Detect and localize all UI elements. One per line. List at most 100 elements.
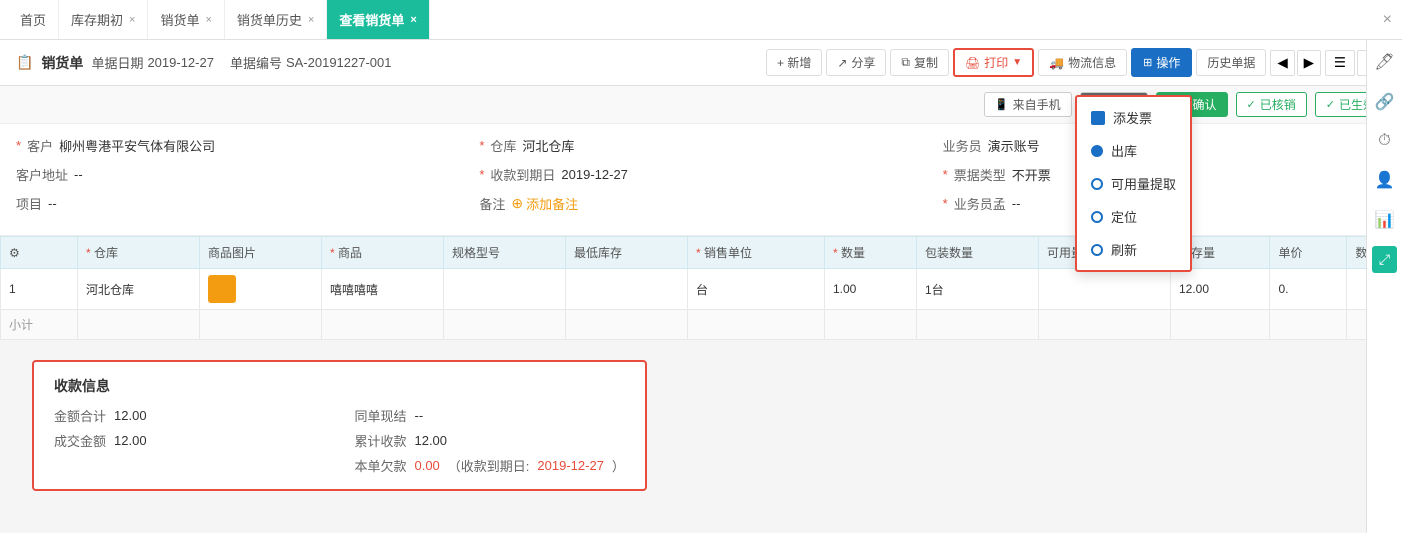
warehouse-field: * 仓库 河北仓库 [479,136,922,155]
payment-transaction-row: 成交金额 12.00 [54,431,324,450]
td-unit: 台 [687,269,824,310]
plus-icon: ⊕ [511,195,523,212]
tab-sales-close[interactable]: × [205,14,211,26]
doc-title-area: 📋 销货单 单据日期 2019-12-27 单据编号 SA-20191227-0… [16,53,750,73]
td-available [1038,269,1170,310]
th-min-stock: 最低库存 [565,237,687,269]
share-button[interactable]: ↗ 分享 [826,49,886,76]
td-warehouse: 河北仓库 [77,269,199,310]
right-sidebar: 🖊 🔗 ⏱ 👤 📊 ⤢ [1366,40,1402,533]
dropdown-outbound[interactable]: 出库 [1077,134,1190,167]
td-subtotal-label: 小计 [1,310,78,340]
table-row: 1 河北仓库 嘻嘻嘻嘻 台 1.00 1台 12.00 0. [1,269,1402,310]
payment-grid: 金额合计 12.00 同单现结 -- 成交金额 12.00 累计收款 12.00 [54,406,625,475]
td-subtotal-4 [321,310,443,340]
note-field: 备注 ⊕ 添加备注 [479,194,922,213]
dropdown-add-invoice[interactable]: 添发票 [1077,101,1190,134]
td-quantity: 1.00 [824,269,916,310]
add-invoice-icon [1091,111,1105,125]
project-field: 项目 -- [16,194,459,213]
window-close[interactable]: × [1383,11,1392,29]
td-subtotal-7 [687,310,824,340]
td-package-qty: 1台 [916,269,1038,310]
nav-arrows: ◀ ▶ [1270,50,1321,76]
payment-section: 收款信息 金额合计 12.00 同单现结 -- 成交金额 12.00 累计收款 … [32,360,647,491]
sidebar-chart-icon[interactable]: 📊 [1371,206,1399,234]
th-package-qty: 包装数量 [916,237,1038,269]
td-price: 0. [1270,269,1347,310]
payment-same-order-row: 同单现结 -- [354,406,624,425]
td-subtotal-5 [443,310,565,340]
doc-header: 📋 销货单 单据日期 2019-12-27 单据编号 SA-20191227-0… [0,40,1402,86]
header-actions: + 新增 ↗ 分享 ⧉ 复制 🖨 打印 ▼ 🚚 物流信息 ⊞ 操作 [766,48,1386,77]
payment-date-field: * 收款到期日 2019-12-27 [479,165,922,184]
th-product: * 商品 [321,237,443,269]
operate-button[interactable]: ⊞ 操作 [1131,48,1192,77]
sidebar-expand-icon[interactable]: ⤢ [1372,246,1397,273]
doc-icon: 📋 [16,54,33,71]
copy-button[interactable]: ⧉ 复制 [890,49,949,76]
tab-sales-history[interactable]: 销货单历史 × [225,0,327,39]
tab-home[interactable]: 首页 [8,0,59,39]
th-warehouse: * 仓库 [77,237,199,269]
address-field: 客户地址 -- [16,165,459,184]
payment-total-row: 金额合计 12.00 [54,406,324,425]
td-min-stock [565,269,687,310]
td-subtotal-10 [1038,310,1170,340]
th-unit: * 销售单位 [687,237,824,269]
outbound-icon [1091,145,1103,157]
payment-balance-spacer [54,456,324,475]
payment-cumulative-row: 累计收款 12.00 [354,431,624,450]
th-price: 单价 [1270,237,1347,269]
customer-required: * [16,138,21,153]
nav-prev[interactable]: ◀ [1270,50,1294,76]
refresh-icon [1091,244,1103,256]
th-gear[interactable]: ⚙ [1,237,78,269]
cancelled-button[interactable]: ✓ 已核销 [1236,92,1307,117]
print-button[interactable]: 🖨 打印 ▼ [953,48,1034,77]
th-image: 商品图片 [199,237,321,269]
sidebar-user-icon[interactable]: 👤 [1371,166,1399,194]
tab-sales-history-close[interactable]: × [308,14,314,26]
tab-view-sales[interactable]: 查看销货单 × [327,0,429,39]
locate-icon [1091,211,1103,223]
td-subtotal-9 [916,310,1038,340]
td-subtotal-6 [565,310,687,340]
payment-balance-row: 本单欠款 0.00 （收款到期日: 2019-12-27 ） [354,456,624,475]
td-subtotal-12 [1270,310,1347,340]
nav-next[interactable]: ▶ [1297,50,1321,76]
new-button[interactable]: + 新增 [766,49,822,76]
number-label: 单据编号 SA-20191227-001 [230,53,392,72]
sidebar-clock-icon[interactable]: ⏱ [1374,128,1394,154]
payment-title: 收款信息 [54,376,625,396]
td-subtotal-3 [199,310,321,340]
tab-view-sales-close[interactable]: × [410,14,416,26]
sidebar-edit-icon[interactable]: 🖊 [1370,48,1398,76]
td-index: 1 [1,269,78,310]
from-phone-button[interactable]: 📱 来自手机 [984,92,1072,117]
payment-area: 收款信息 金额合计 12.00 同单现结 -- 成交金额 12.00 累计收款 … [0,340,1402,517]
history-button[interactable]: 历史单据 [1196,49,1266,76]
th-quantity: * 数量 [824,237,916,269]
customer-field: * 客户 柳州粤港平安气体有限公司 [16,136,459,155]
td-subtotal-11 [1170,310,1269,340]
dropdown-available-qty[interactable]: 可用量提取 [1077,167,1190,200]
td-current-stock: 12.00 [1170,269,1269,310]
tab-inventory[interactable]: 库存期初 × [59,0,148,39]
doc-title: 销货单 [41,53,83,73]
add-note-button[interactable]: ⊕ 添加备注 [511,194,578,213]
td-spec [443,269,565,310]
dropdown-refresh[interactable]: 刷新 [1077,233,1190,266]
dropdown-locate[interactable]: 定位 [1077,200,1190,233]
td-subtotal-2 [77,310,199,340]
tab-sales[interactable]: 销货单 × [148,0,224,39]
td-product-img [199,269,321,310]
sidebar-link-icon[interactable]: 🔗 [1371,88,1399,116]
logistics-button[interactable]: 🚚 物流信息 [1038,49,1127,76]
td-subtotal-8 [824,310,916,340]
warehouse-required: * [479,138,484,153]
tab-inventory-close[interactable]: × [129,14,135,26]
doc-meta: 单据日期 2019-12-27 单据编号 SA-20191227-001 [91,53,391,72]
td-product: 嘻嘻嘻嘻 [321,269,443,310]
view-list[interactable]: ☰ [1325,50,1355,76]
